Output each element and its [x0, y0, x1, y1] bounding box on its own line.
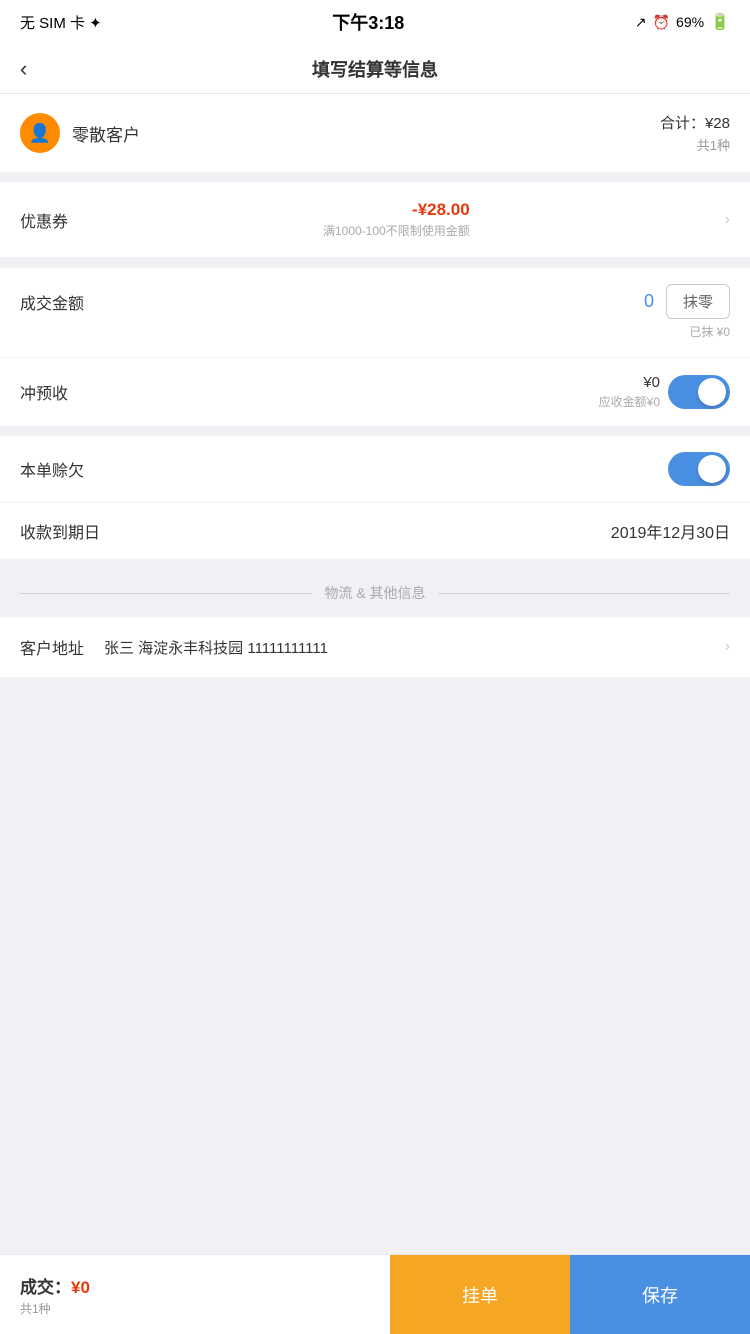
chevron-right-icon: › [725, 211, 730, 229]
address-value: 张三 海淀永丰科技园 11111111111 [104, 637, 705, 658]
avatar: 👤 [20, 113, 60, 153]
spacer [0, 687, 750, 887]
address-card[interactable]: 客户地址 张三 海淀永丰科技园 11111111111 › [0, 617, 750, 677]
due-date-row: 收款到期日 2019年12月30日 [0, 502, 750, 559]
debt-card: 本单赊欠 收款到期日 2019年12月30日 [0, 436, 750, 559]
page-title: 填写结算等信息 [312, 56, 438, 82]
back-button[interactable]: ‹ [20, 56, 27, 82]
deal-top-row: 成交金额 0 抹零 [20, 284, 730, 319]
person-icon: 👤 [29, 123, 51, 144]
total-amount: 合计：¥28 [660, 112, 730, 133]
logistics-line-right [438, 593, 730, 594]
logistics-header: 物流 & 其他信息 [0, 569, 750, 617]
battery-text: 69% [676, 14, 704, 30]
bottom-deal-label: 成交： [20, 1278, 71, 1297]
prepay-toggle[interactable] [668, 375, 730, 409]
deal-right: 0 抹零 [644, 284, 730, 319]
debt-row: 本单赊欠 [0, 436, 750, 502]
status-right: ↗ ⏰ 69% 🔋 [635, 12, 730, 32]
deal-amount-section: 成交金额 0 抹零 已抹 ¥0 [0, 267, 750, 357]
prepay-value: ¥0 [599, 374, 660, 391]
customer-left: 👤 零散客户 [20, 113, 140, 153]
coupon-label: 优惠券 [20, 208, 68, 232]
coupon-right: -¥28.00 满1000-100不限制使用金额 [323, 200, 470, 239]
due-date-label: 收款到期日 [20, 519, 100, 543]
deal-amount-label: 成交金额 [20, 290, 84, 314]
customer-right: 合计：¥28 共1种 [660, 112, 730, 154]
round-off-button[interactable]: 抹零 [666, 284, 730, 319]
prepay-label: 冲预收 [20, 380, 68, 404]
coupon-desc: 满1000-100不限制使用金额 [323, 222, 470, 239]
address-label: 客户地址 [20, 635, 84, 659]
customer-row: 👤 零散客户 合计：¥28 共1种 [0, 94, 750, 172]
logistics-line-left [20, 593, 312, 594]
prepay-sub: 应收金额¥0 [599, 393, 660, 410]
status-left: 无 SIM 卡 ✦ [20, 12, 102, 33]
address-row[interactable]: 客户地址 张三 海淀永丰科技园 11111111111 › [0, 617, 750, 677]
already-rounded: 已抹 ¥0 [689, 325, 730, 339]
bottom-bar: 成交：¥0 共1种 挂单 保存 [0, 1254, 750, 1334]
bottom-deal-text: 成交：¥0 [20, 1273, 370, 1298]
prepay-row: 冲预收 ¥0 应收金额¥0 [0, 357, 750, 426]
alarm-icon: ⏰ [653, 14, 670, 31]
logistics-title: 物流 & 其他信息 [324, 583, 425, 603]
battery-icon: 🔋 [710, 12, 730, 32]
pending-button[interactable]: 挂单 [390, 1255, 570, 1334]
due-date-value: 2019年12月30日 [611, 519, 730, 543]
deal-card: 成交金额 0 抹零 已抹 ¥0 冲预收 ¥0 应收金额¥0 [0, 267, 750, 426]
coupon-discount: -¥28.00 [323, 200, 470, 220]
sim-text: 无 SIM 卡 ✦ [20, 12, 102, 33]
content: 👤 零散客户 合计：¥28 共1种 优惠券 -¥28.00 满1000-100不… [0, 94, 750, 987]
coupon-row[interactable]: 优惠券 -¥28.00 满1000-100不限制使用金额 › [0, 182, 750, 257]
customer-name: 零散客户 [72, 121, 140, 146]
customer-card: 👤 零散客户 合计：¥28 共1种 [0, 94, 750, 172]
location-icon: ↗ [635, 14, 647, 31]
bottom-info: 成交：¥0 共1种 [0, 1273, 390, 1317]
address-chevron-icon: › [725, 638, 730, 656]
deal-amount-value: 0 [644, 291, 654, 312]
bottom-count: 共1种 [20, 1300, 370, 1317]
debt-label: 本单赊欠 [20, 457, 84, 481]
debt-toggle[interactable] [668, 452, 730, 486]
status-bar: 无 SIM 卡 ✦ 下午3:18 ↗ ⏰ 69% 🔋 [0, 0, 750, 44]
status-time: 下午3:18 [332, 9, 404, 35]
save-button[interactable]: 保存 [570, 1255, 750, 1334]
coupon-card: 优惠券 -¥28.00 满1000-100不限制使用金额 › [0, 182, 750, 257]
prepay-right: ¥0 应收金额¥0 [599, 374, 730, 410]
bottom-deal-value: ¥0 [71, 1278, 90, 1297]
nav-bar: ‹ 填写结算等信息 [0, 44, 750, 94]
total-count: 共1种 [660, 135, 730, 154]
